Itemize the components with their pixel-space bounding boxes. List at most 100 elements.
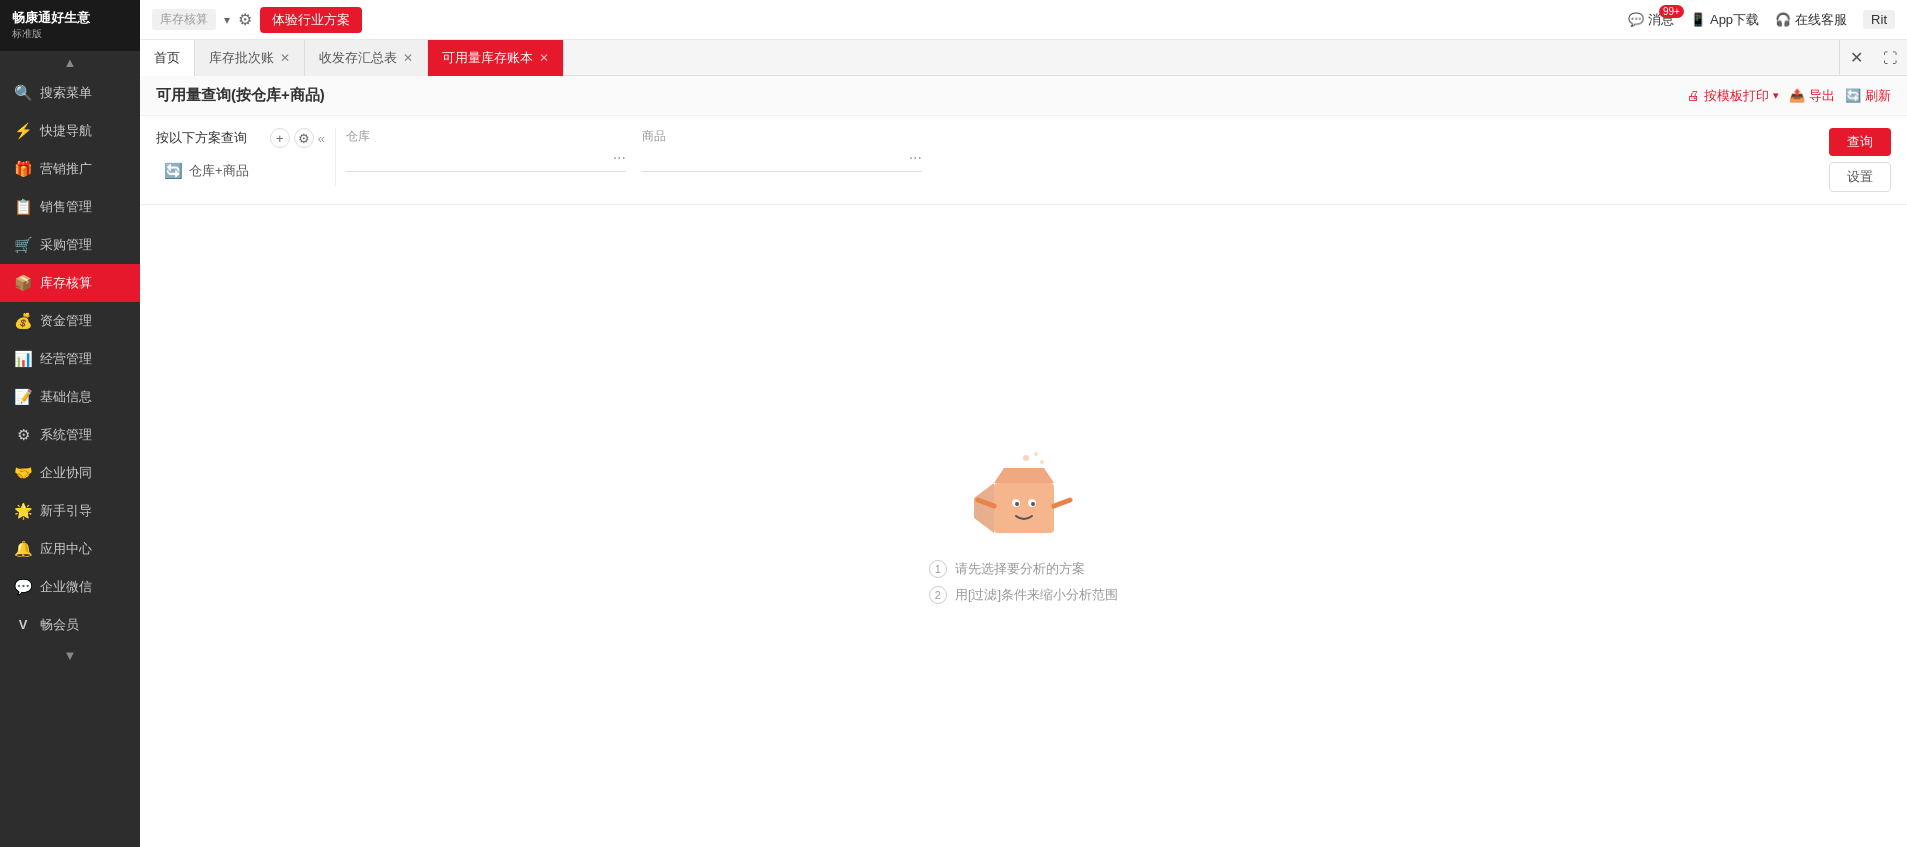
- message-button[interactable]: 💬 消息 99+: [1628, 11, 1674, 29]
- top-bar-right: 💬 消息 99+ 📱 App下载 🎧 在线客服 Rit: [1628, 10, 1895, 29]
- service-label: 在线客服: [1795, 11, 1847, 29]
- sidebar-scroll-down[interactable]: ▼: [0, 644, 140, 667]
- operations-icon: 📊: [14, 350, 32, 368]
- app-download-button[interactable]: 📱 App下载: [1690, 11, 1759, 29]
- sidebar-item-guide[interactable]: 🌟 新手引导: [0, 492, 140, 530]
- svg-point-6: [1031, 502, 1035, 506]
- sidebar-item-system[interactable]: ⚙ 系统管理: [0, 416, 140, 454]
- refresh-button[interactable]: 🔄 刷新: [1845, 87, 1891, 105]
- brand-name: 畅康通好生意: [12, 10, 128, 27]
- sidebar-item-label: 系统管理: [40, 426, 92, 444]
- breadcrumb-dropdown[interactable]: ▾: [224, 13, 230, 27]
- tab-expand-button[interactable]: ⛶: [1873, 40, 1907, 76]
- product-filter-field: 商品 ···: [642, 128, 922, 172]
- refresh-label: 刷新: [1865, 87, 1891, 105]
- filter-schemes-title: 按以下方案查询: [156, 129, 247, 147]
- apps-icon: 🔔: [14, 540, 32, 558]
- content-area: 可用量查询(按仓库+商品) 🖨 按模板打印 ▾ 📤 导出 🔄 刷新: [140, 76, 1907, 847]
- export-icon: 📤: [1789, 88, 1805, 103]
- basic-icon: 📝: [14, 388, 32, 406]
- svg-rect-0: [994, 483, 1054, 533]
- hint-num-1: 1: [929, 560, 947, 578]
- hint-text-2: 用[过滤]条件来缩小分析范围: [955, 586, 1118, 604]
- service-icon: 🎧: [1775, 12, 1791, 27]
- sidebar-item-label: 搜索菜单: [40, 84, 92, 102]
- service-button[interactable]: 🎧 在线客服: [1775, 11, 1847, 29]
- sidebar-item-label: 资金管理: [40, 312, 92, 330]
- tab-batch-label: 库存批次账: [209, 49, 274, 67]
- page-header: 可用量查询(按仓库+商品) 🖨 按模板打印 ▾ 📤 导出 🔄 刷新: [140, 76, 1907, 116]
- settings-scheme-button[interactable]: ⚙: [294, 128, 314, 148]
- sidebar-header: 畅康通好生意 标准版: [0, 0, 140, 51]
- product-input[interactable]: [642, 151, 909, 166]
- sidebar-item-label: 库存核算: [40, 274, 92, 292]
- empty-state-illustration: [964, 448, 1084, 548]
- sidebar-item-marketing[interactable]: 🎁 营销推广: [0, 150, 140, 188]
- gear-icon[interactable]: ⚙: [238, 10, 252, 29]
- collapse-schemes-button[interactable]: «: [318, 131, 325, 146]
- scheme-refresh-icon: 🔄: [164, 162, 183, 180]
- sidebar-item-inventory[interactable]: 📦 库存核算: [0, 264, 140, 302]
- sidebar-item-operations[interactable]: 📊 经营管理: [0, 340, 140, 378]
- industry-button[interactable]: 体验行业方案: [260, 7, 362, 33]
- tab-home-label: 首页: [154, 49, 180, 67]
- print-label: 按模板打印: [1704, 87, 1769, 105]
- sidebar-item-label: 采购管理: [40, 236, 92, 254]
- tab-close-all-button[interactable]: ✕: [1840, 40, 1873, 76]
- sidebar-item-label: 新手引导: [40, 502, 92, 520]
- tab-summary[interactable]: 收发存汇总表 ✕: [305, 40, 428, 76]
- enterprise-icon: 🤝: [14, 464, 32, 482]
- tab-home[interactable]: 首页: [140, 40, 195, 76]
- export-button[interactable]: 📤 导出: [1789, 87, 1835, 105]
- product-ellipsis-button[interactable]: ···: [909, 149, 922, 167]
- sidebar-item-enterprise[interactable]: 🤝 企业协同: [0, 454, 140, 492]
- svg-marker-2: [974, 483, 994, 533]
- tab-available-label: 可用量库存账本: [442, 49, 533, 67]
- sidebar-scroll-up[interactable]: ▲: [0, 51, 140, 74]
- filter-settings-button[interactable]: 设置: [1829, 162, 1891, 192]
- scheme-item-label: 仓库+商品: [189, 162, 249, 180]
- sidebar-item-shortcut[interactable]: ⚡ 快捷导航: [0, 112, 140, 150]
- query-button[interactable]: 查询: [1829, 128, 1891, 156]
- inventory-icon: 📦: [14, 274, 32, 292]
- sidebar-item-apps[interactable]: 🔔 应用中心: [0, 530, 140, 568]
- user-profile[interactable]: Rit: [1863, 10, 1895, 29]
- warehouse-label: 仓库: [346, 128, 626, 145]
- sidebar-item-finance[interactable]: 💰 资金管理: [0, 302, 140, 340]
- app-icon: 📱: [1690, 12, 1706, 27]
- scheme-item-warehouse-product[interactable]: 🔄 仓库+商品: [156, 156, 325, 186]
- tab-batch[interactable]: 库存批次账 ✕: [195, 40, 305, 76]
- sidebar-item-member[interactable]: V 畅会员: [0, 606, 140, 644]
- filter-schemes-header: 按以下方案查询 + ⚙ «: [156, 128, 325, 148]
- purchase-icon: 🛒: [14, 236, 32, 254]
- page-title: 可用量查询(按仓库+商品): [156, 86, 325, 105]
- app-label: App下载: [1710, 11, 1759, 29]
- member-icon: V: [14, 616, 32, 634]
- sidebar-item-wechat[interactable]: 💬 企业微信: [0, 568, 140, 606]
- tab-batch-close[interactable]: ✕: [280, 51, 290, 65]
- breadcrumb: 库存核算: [152, 9, 216, 30]
- sidebar-item-label: 基础信息: [40, 388, 92, 406]
- sidebar: 畅康通好生意 标准版 ▲ 🔍 搜索菜单 ⚡ 快捷导航 🎁 营销推广 📋 销售管理…: [0, 0, 140, 847]
- product-label: 商品: [642, 128, 922, 145]
- warehouse-input[interactable]: [346, 151, 613, 166]
- empty-state-hint-2: 2 用[过滤]条件来缩小分析范围: [929, 586, 1118, 604]
- sidebar-item-label: 畅会员: [40, 616, 79, 634]
- tab-available[interactable]: 可用量库存账本 ✕: [428, 40, 564, 76]
- print-button[interactable]: 🖨 按模板打印 ▾: [1687, 87, 1779, 105]
- wechat-icon: 💬: [14, 578, 32, 596]
- message-icon: 💬: [1628, 12, 1644, 27]
- filter-schemes-panel: 按以下方案查询 + ⚙ « 🔄 仓库+商品: [156, 128, 336, 186]
- guide-icon: 🌟: [14, 502, 32, 520]
- sidebar-item-purchase[interactable]: 🛒 采购管理: [0, 226, 140, 264]
- sidebar-item-search[interactable]: 🔍 搜索菜单: [0, 74, 140, 112]
- tab-available-close[interactable]: ✕: [539, 51, 549, 65]
- sidebar-item-sales[interactable]: 📋 销售管理: [0, 188, 140, 226]
- add-scheme-button[interactable]: +: [270, 128, 290, 148]
- tab-summary-close[interactable]: ✕: [403, 51, 413, 65]
- warehouse-ellipsis-button[interactable]: ···: [613, 149, 626, 167]
- sidebar-item-basic[interactable]: 📝 基础信息: [0, 378, 140, 416]
- svg-point-5: [1015, 502, 1019, 506]
- hint-text-1: 请先选择要分析的方案: [955, 560, 1085, 578]
- filter-fields: 仓库 ··· 商品 ···: [346, 128, 1829, 172]
